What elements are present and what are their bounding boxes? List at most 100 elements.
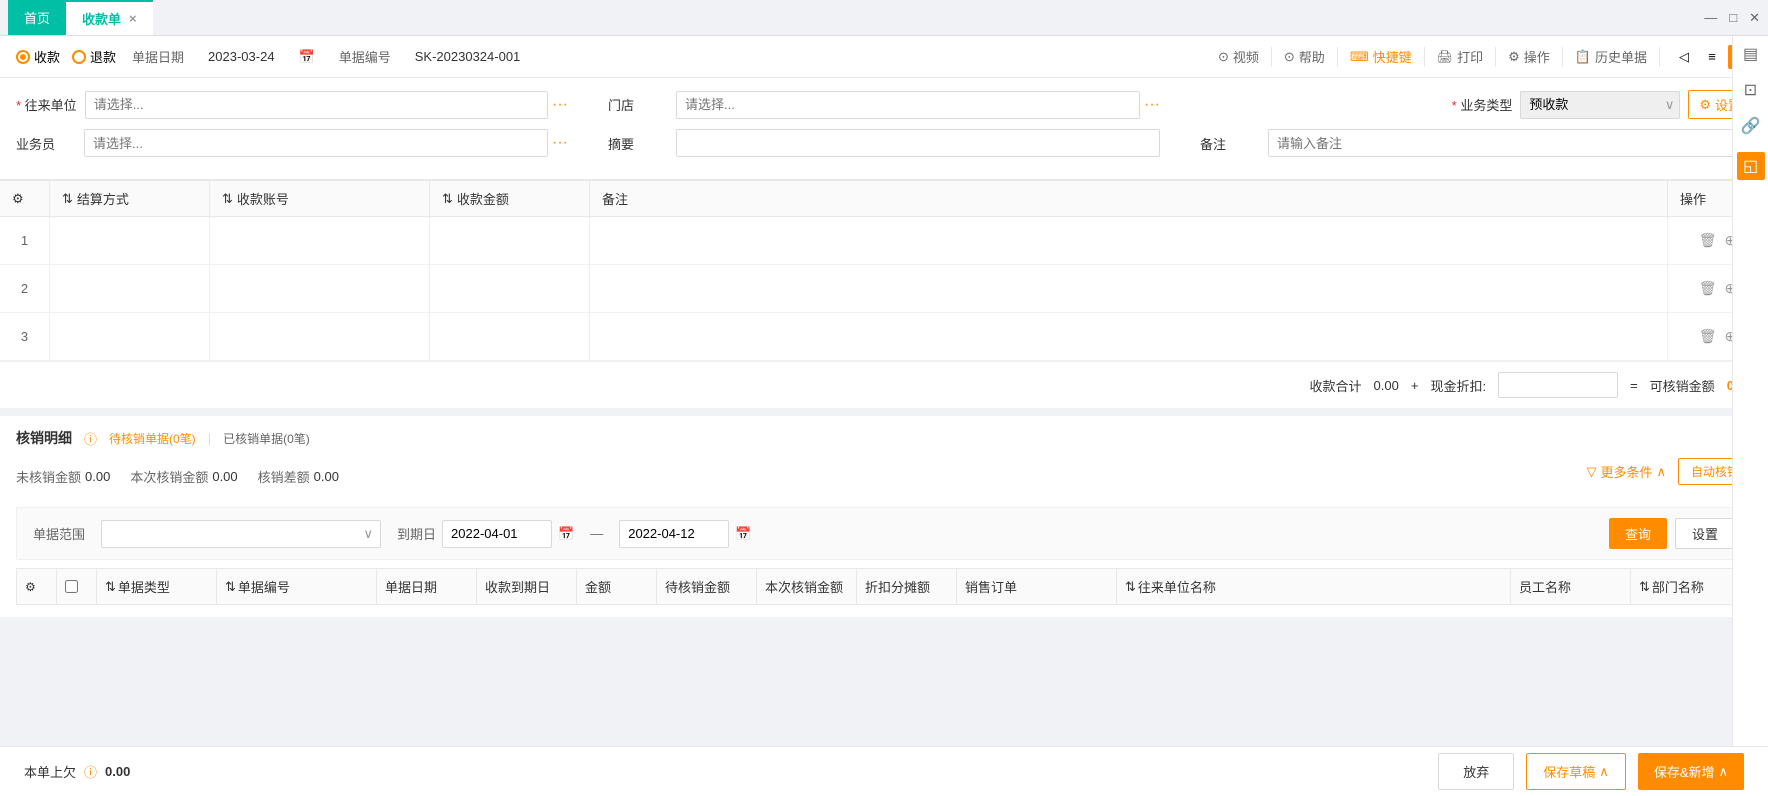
salesperson-input[interactable] [84,129,548,157]
query-btn[interactable]: 查询 [1609,518,1667,549]
row-1-note[interactable] [590,217,1668,264]
bth-sales-order: 销售订单 [957,569,1117,604]
window-controls: — □ ✕ [1704,10,1760,26]
partner-input[interactable] [85,91,548,119]
help-action[interactable]: ⊙ 帮助 [1284,47,1325,66]
shortcut-action[interactable]: ⌨ 快捷键 [1350,47,1412,66]
row-2-amount[interactable] [430,265,590,312]
th-settings[interactable]: ⚙ [0,181,50,216]
radio-refund-label: 退款 [90,47,116,66]
business-type-select[interactable]: 预收款 [1520,91,1680,119]
unverified-label: 未核销金额 [16,467,81,486]
pending-amount-label: 待核销金额 [665,577,730,596]
calendar-to-icon[interactable]: 📅 [735,526,751,542]
note-label-col: 备注 [602,189,628,208]
bth-settings[interactable]: ⚙ [17,569,57,604]
info-icon[interactable]: ⓘ [84,429,97,448]
history-action[interactable]: 📋 历史单据 [1575,47,1647,66]
range-select[interactable] [101,520,381,548]
video-icon: ⊙ [1218,49,1229,65]
current-amount-label: 本次核销金额 [765,577,843,596]
save-draft-btn[interactable]: 保存草稿 ∧ [1526,753,1626,790]
partner-more-btn[interactable]: ··· [552,96,568,114]
date-from-input[interactable] [442,520,552,548]
minimize-icon[interactable]: — [1704,10,1717,26]
calendar-icon[interactable]: 📅 [299,49,315,65]
tab-home[interactable]: 首页 [8,0,66,35]
table-row: 3 🗑 ⊕ [0,313,1768,361]
row-3-note[interactable] [590,313,1668,360]
radio-refund[interactable]: 退款 [72,47,116,66]
store-input[interactable] [676,91,1140,119]
close-icon[interactable]: ✕ [1749,10,1760,26]
summary-field: 摘要 [608,129,1160,157]
sidebar-table-icon[interactable]: ▤ [1743,44,1758,64]
tab-collection[interactable]: 收款单 × [66,0,153,35]
calendar-from-icon[interactable]: 📅 [558,526,574,542]
settlement-sort-icon: ⇅ [62,191,73,207]
divider-5 [1562,47,1563,67]
divider-4 [1495,47,1496,67]
row-1-account[interactable] [210,217,430,264]
sidebar-link-icon[interactable]: 🔗 [1741,116,1761,136]
view-list-icon[interactable]: ◁ [1672,45,1696,69]
right-sidebar: ▤ ⊡ 🔗 ◱ [1732,36,1768,746]
row-3-amount[interactable] [430,313,590,360]
tab-bar: 首页 收款单 × — □ ✕ [0,0,1768,36]
print-action[interactable]: 🖨 打印 [1437,47,1484,66]
store-more-btn[interactable]: ··· [1144,96,1160,114]
row-3-settlement[interactable] [50,313,210,360]
discount-input[interactable] [1498,372,1618,398]
due-date-label: 到期日 [397,524,436,543]
row-2-account[interactable] [210,265,430,312]
salesperson-more-btn[interactable]: ··· [552,134,568,152]
setting-btn[interactable]: 设置 [1675,518,1735,549]
row-1-settlement[interactable] [50,217,210,264]
row-2-settlement[interactable] [50,265,210,312]
form-row-1: 往来单位 ··· 门店 ··· 业务类型 预收款 [16,90,1752,119]
view-lines-icon[interactable]: ≡ [1700,45,1724,69]
sidebar-expand-icon[interactable]: ◱ [1737,152,1765,180]
date-from-field: 到期日 📅 [397,520,574,548]
sidebar-grid-icon[interactable]: ⊡ [1744,80,1757,100]
row-1-delete-icon[interactable]: 🗑 [1699,232,1717,249]
divider-1 [1271,47,1272,67]
unverified-stat: 未核销金额 0.00 [16,467,110,486]
save-draft-chevron: ∧ [1599,764,1609,780]
total-label: 收款合计 [1310,376,1362,395]
row-2-delete-icon[interactable]: 🗑 [1699,280,1717,297]
radio-collection[interactable]: 收款 [16,47,60,66]
pending-tab[interactable]: 待核销单据(0笔) [109,430,196,447]
operate-action[interactable]: ⚙ 操作 [1508,47,1550,66]
abandon-btn[interactable]: 放弃 [1438,753,1514,790]
amount-label: 收款金额 [457,189,509,208]
section-header: 核销明细 ⓘ 待核销单据(0笔) | 已核销单据(0笔) [16,428,1752,448]
date-to-input[interactable] [619,520,729,548]
department-label: 部门名称 [1652,577,1704,596]
save-new-btn[interactable]: 保存&新增 ∧ [1638,753,1744,790]
store-label: 门店 [608,95,668,114]
tab-close-icon[interactable]: × [129,11,137,26]
footer-info-icon[interactable]: ⓘ [84,762,97,781]
row-3-account[interactable] [210,313,430,360]
business-type-field: 业务类型 预收款 ∨ ⚙ 设置 [1200,90,1752,119]
note-input[interactable] [1268,129,1752,157]
discount-label: 现金折扣: [1430,376,1486,395]
total-value: 0.00 [1374,378,1399,393]
diff-label: 核销差额 [258,467,310,486]
done-tab[interactable]: 已核销单据(0笔) [223,430,310,447]
row-1-amount[interactable] [430,217,590,264]
form-area: 往来单位 ··· 门店 ··· 业务类型 预收款 [0,78,1768,180]
bth-checkbox[interactable] [57,569,97,604]
video-action[interactable]: ⊙ 视频 [1218,47,1259,66]
table-header: ⚙ ⇅ 结算方式 ⇅ 收款账号 ⇅ 收款金额 备注 操作 [0,180,1768,217]
current-value: 0.00 [212,469,237,484]
summary-input[interactable] [676,129,1160,157]
row-3-delete-icon[interactable]: 🗑 [1699,328,1717,345]
maximize-icon[interactable]: □ [1729,10,1737,26]
select-all-checkbox[interactable] [65,580,78,593]
more-conditions-link[interactable]: ▽ 更多条件 ∧ [1586,462,1666,481]
row-2-note[interactable] [590,265,1668,312]
stats-row: 未核销金额 0.00 本次核销金额 0.00 核销差额 0.00 ▽ 更多条件 … [16,458,1752,495]
chevron-up-icon: ∧ [1656,464,1666,480]
